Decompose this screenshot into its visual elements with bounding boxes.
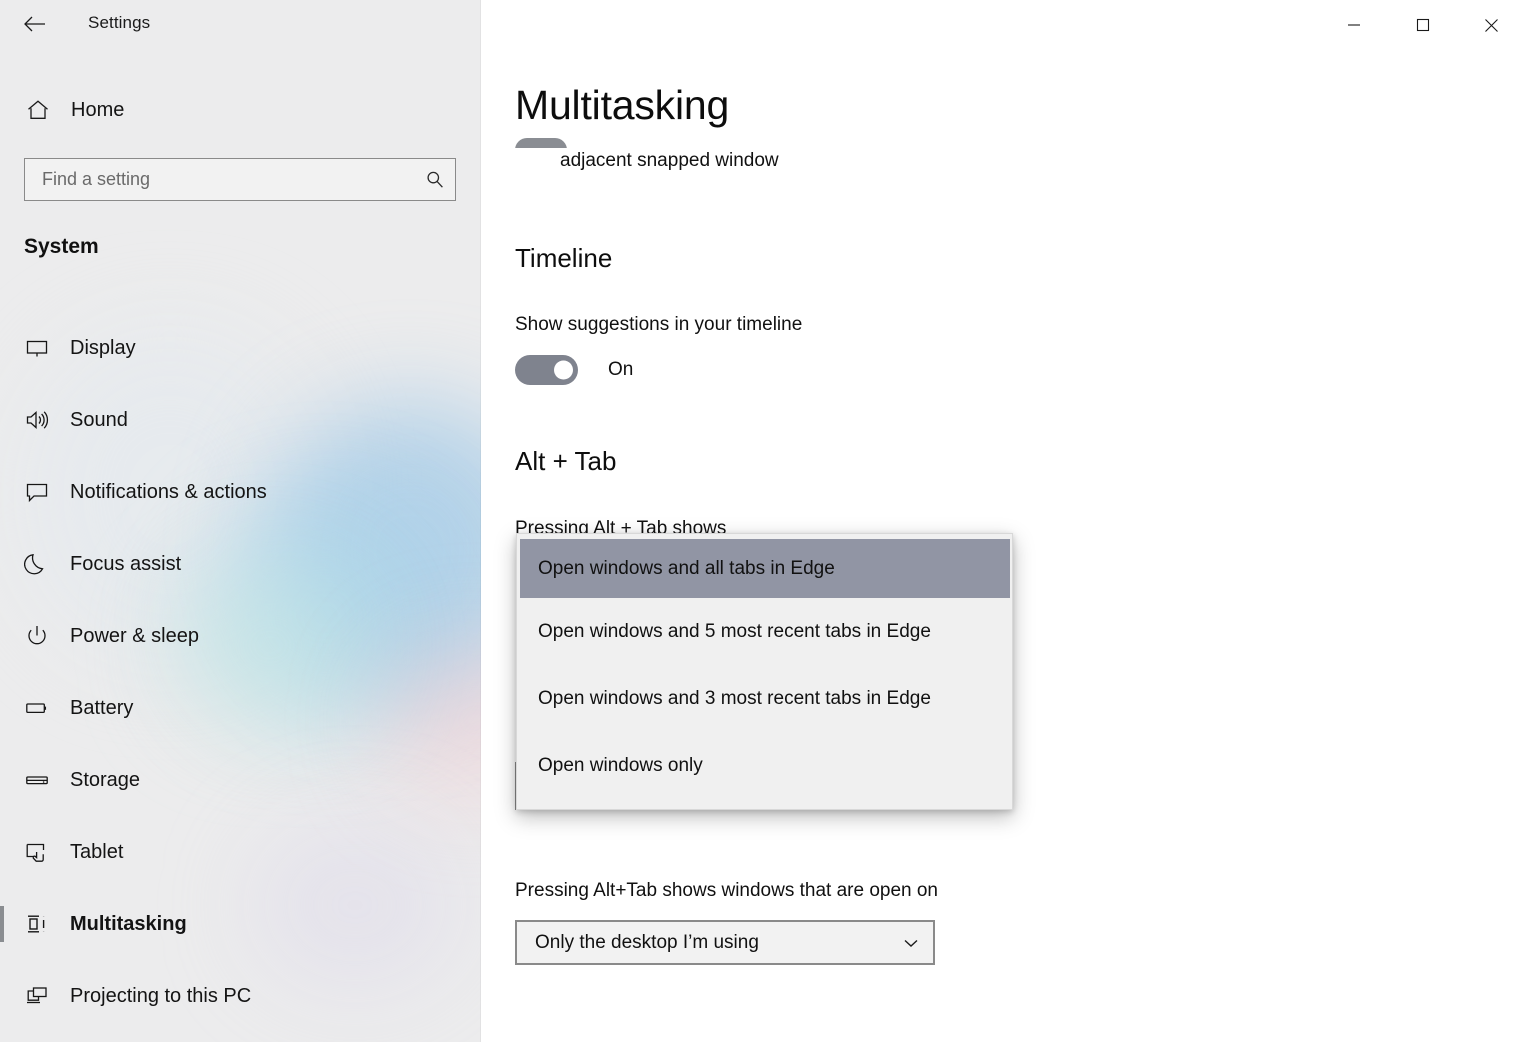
- toggle-knob: [554, 360, 573, 380]
- sidebar-item-multitasking[interactable]: Multitasking: [0, 888, 481, 960]
- sidebar-item-focus-assist[interactable]: Focus assist: [0, 528, 481, 600]
- close-button[interactable]: [1468, 9, 1515, 41]
- dropdown-option[interactable]: Open windows and all tabs in Edge: [520, 539, 1010, 598]
- sidebar-item-tablet[interactable]: Tablet: [0, 816, 481, 888]
- sidebar-item-display[interactable]: Display: [0, 312, 481, 384]
- navigation-sidebar: Home System: [0, 0, 481, 1042]
- power-icon: [22, 621, 52, 651]
- tablet-touch-icon: [22, 837, 52, 867]
- sidebar-item-projecting[interactable]: Projecting to this PC: [0, 960, 481, 1032]
- settings-window: Home System: [0, 0, 1526, 1042]
- sidebar-item-label: Battery: [70, 696, 134, 719]
- selection-indicator: [0, 330, 4, 366]
- sidebar-item-label: Projecting to this PC: [70, 984, 252, 1007]
- sidebar-item-label: Display: [70, 336, 136, 359]
- desktop-scope-description: Pressing Alt+Tab shows windows that are …: [515, 880, 939, 901]
- speech-bubble-icon: [22, 477, 52, 507]
- sidebar-item-storage[interactable]: Storage: [0, 744, 481, 816]
- timeline-suggestions-toggle[interactable]: [515, 355, 578, 385]
- project-screens-icon: [22, 981, 52, 1011]
- multitasking-icon: [22, 909, 52, 939]
- moon-icon: [22, 549, 52, 579]
- sidebar-item-label: Multitasking: [70, 912, 187, 935]
- sidebar-nav-list: Display Sound Notifications & actions Fo…: [0, 312, 481, 1032]
- sidebar-item-home[interactable]: Home: [0, 88, 460, 132]
- speaker-icon: [22, 405, 52, 435]
- drive-icon: [22, 765, 52, 795]
- sidebar-item-sound[interactable]: Sound: [0, 384, 481, 456]
- sidebar-divider: [480, 0, 481, 1042]
- search-box[interactable]: [24, 158, 456, 201]
- minimize-button[interactable]: [1330, 9, 1377, 41]
- selection-indicator: [0, 402, 4, 438]
- selection-indicator: [0, 618, 4, 654]
- toggle-state-label: On: [608, 359, 634, 380]
- alt-tab-dropdown-list: Open windows and all tabs in Edge Open w…: [516, 533, 1013, 810]
- selection-indicator: [0, 546, 4, 582]
- sidebar-group-heading: System: [24, 235, 99, 258]
- selection-indicator: [0, 906, 4, 942]
- window-title: Settings: [88, 13, 151, 32]
- monitor-icon: [22, 333, 52, 363]
- home-icon: [23, 95, 53, 125]
- battery-icon: [22, 693, 52, 723]
- page-title: Multitasking: [515, 82, 730, 128]
- clipped-snapped-window-text: adjacent snapped window: [560, 150, 779, 171]
- sidebar-item-label: Power & sleep: [70, 624, 199, 647]
- selection-indicator: [0, 474, 4, 510]
- section-title-timeline: Timeline: [515, 243, 613, 273]
- back-button[interactable]: [12, 2, 58, 46]
- dropdown-option[interactable]: Open windows and 5 most recent tabs in E…: [517, 598, 1012, 665]
- search-input[interactable]: [25, 169, 415, 190]
- sidebar-item-label: Sound: [70, 408, 128, 431]
- sidebar-item-label: Notifications & actions: [70, 480, 267, 503]
- section-title-alt-tab: Alt + Tab: [515, 446, 617, 476]
- main-content: Multitasking adjacent snapped window Tim…: [481, 0, 1526, 1042]
- selection-indicator: [0, 690, 4, 726]
- chevron-down-icon: [889, 921, 933, 965]
- selection-indicator: [0, 834, 4, 870]
- dropdown-option[interactable]: Open windows and 3 most recent tabs in E…: [517, 665, 1012, 732]
- search-icon[interactable]: [415, 160, 455, 200]
- sidebar-item-label: Storage: [70, 768, 141, 791]
- title-bar: Settings: [0, 0, 1526, 48]
- timeline-suggestions-toggle-row: On: [515, 355, 633, 385]
- sidebar-item-battery[interactable]: Battery: [0, 672, 481, 744]
- sidebar-item-power-sleep[interactable]: Power & sleep: [0, 600, 481, 672]
- clipped-toggle-switch[interactable]: [515, 138, 567, 148]
- sidebar-item-label: Home: [71, 98, 125, 121]
- maximize-button[interactable]: [1399, 9, 1446, 41]
- sidebar-item-label: Tablet: [70, 840, 124, 863]
- desktop-scope-combobox[interactable]: Only the desktop I’m using: [515, 920, 935, 965]
- desktop-scope-selected-value: Only the desktop I’m using: [535, 931, 759, 953]
- timeline-toggle-description: Show suggestions in your timeline: [515, 314, 803, 335]
- selection-indicator: [0, 978, 4, 1014]
- sidebar-item-label: Focus assist: [70, 552, 182, 575]
- selection-indicator: [0, 762, 4, 798]
- dropdown-option[interactable]: Open windows only: [517, 732, 1012, 799]
- sidebar-item-notifications[interactable]: Notifications & actions: [0, 456, 481, 528]
- scrolled-under-setting-row: [515, 130, 1495, 148]
